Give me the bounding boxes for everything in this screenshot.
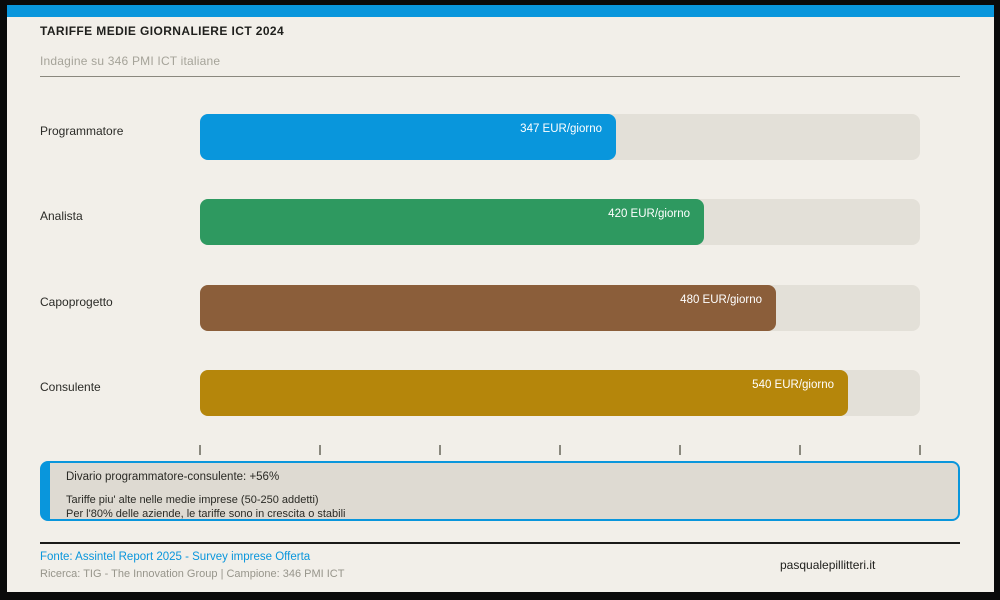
- bar-category-label: Capoprogetto: [40, 295, 113, 309]
- bar-value-label: 480 EUR/giorno: [680, 294, 762, 306]
- bar-track: 540 EUR/giorno: [200, 370, 920, 416]
- bar-track: 480 EUR/giorno: [200, 285, 920, 331]
- axis-tick: [679, 445, 681, 455]
- research-credit-text: Ricerca: TIG - The Innovation Group | Ca…: [40, 568, 345, 580]
- bar-row: Capoprogetto 480 EUR/giorno: [0, 285, 1000, 331]
- axis-tick: [439, 445, 441, 455]
- axis-tick: [559, 445, 561, 455]
- bar-track: 347 EUR/giorno: [200, 114, 920, 160]
- bar-row: Programmatore 347 EUR/giorno: [0, 114, 1000, 160]
- axis-tick: [919, 445, 921, 455]
- source-link[interactable]: Fonte: Assintel Report 2025 - Survey imp…: [40, 551, 310, 563]
- bar-row: Analista 420 EUR/giorno: [0, 199, 1000, 245]
- bar: 420 EUR/giorno: [200, 199, 704, 245]
- axis-tick: [319, 445, 321, 455]
- note-growth-text: Per l'80% delle aziende, le tariffe sono…: [66, 508, 346, 520]
- bar-category-label: Analista: [40, 209, 83, 223]
- bar-category-label: Consulente: [40, 380, 101, 394]
- infographic-canvas: TARIFFE MEDIE GIORNALIERE ICT 2024 Indag…: [0, 0, 1000, 600]
- axis-tick: [799, 445, 801, 455]
- bar-value-label: 347 EUR/giorno: [520, 123, 602, 135]
- note-medium-firms-text: Tariffe piu' alte nelle medie imprese (5…: [66, 494, 319, 506]
- insight-note-box: Divario programmatore-consulente: +56% T…: [40, 461, 960, 521]
- note-gap-text: Divario programmatore-consulente: +56%: [66, 471, 280, 483]
- bar-category-label: Programmatore: [40, 124, 124, 138]
- bar-row: Consulente 540 EUR/giorno: [0, 370, 1000, 416]
- footer-divider: [40, 542, 960, 544]
- bar: 540 EUR/giorno: [200, 370, 848, 416]
- author-site-text: pasqualepillitteri.it: [780, 558, 876, 572]
- bar-value-label: 420 EUR/giorno: [608, 208, 690, 220]
- axis-tick: [199, 445, 201, 455]
- bar: 347 EUR/giorno: [200, 114, 616, 160]
- bar: 480 EUR/giorno: [200, 285, 776, 331]
- bar-track: 420 EUR/giorno: [200, 199, 920, 245]
- bar-value-label: 540 EUR/giorno: [752, 379, 834, 391]
